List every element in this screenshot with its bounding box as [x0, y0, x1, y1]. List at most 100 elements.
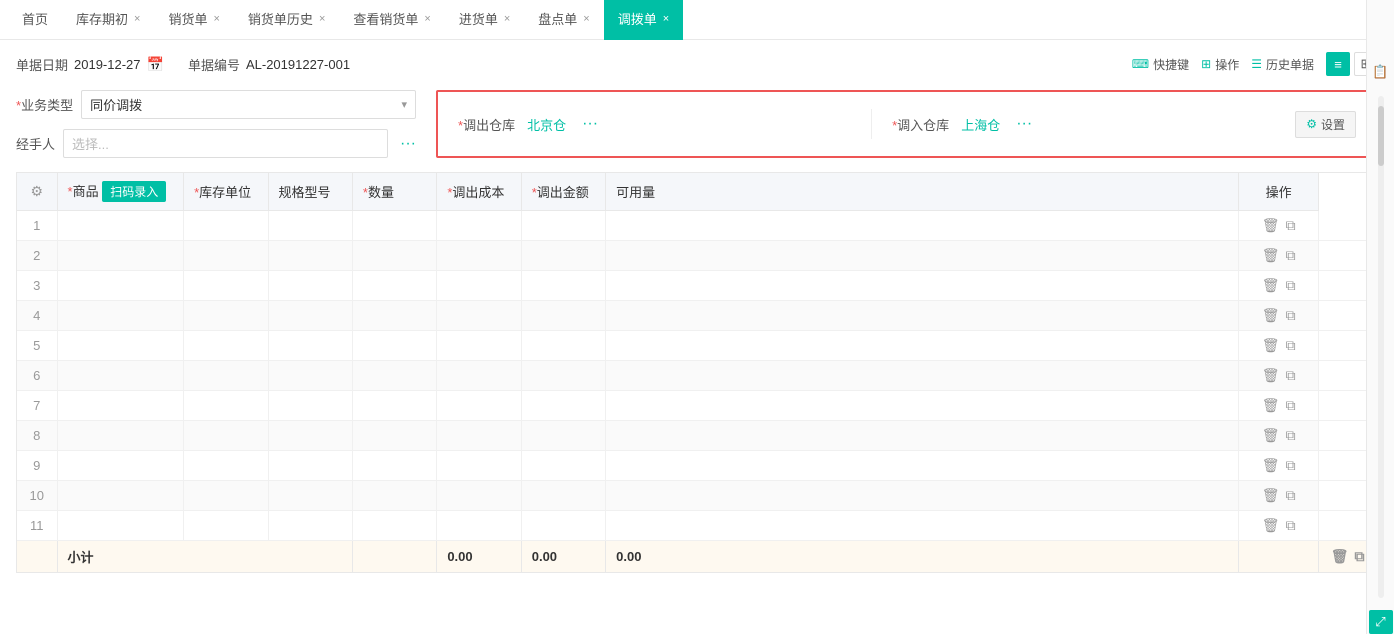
cell-unit[interactable] — [184, 271, 268, 301]
cell-spec[interactable] — [268, 331, 352, 361]
cell-spec[interactable] — [268, 301, 352, 331]
delete-icon[interactable]: 🗑 — [1262, 487, 1280, 504]
delete-icon[interactable]: 🗑 — [1262, 457, 1280, 474]
tab-close-view-sales[interactable]: × — [424, 13, 430, 25]
cell-cost[interactable] — [437, 241, 521, 271]
tab-purchase-order[interactable]: 进货单 × — [445, 0, 524, 40]
cell-cost[interactable] — [437, 481, 521, 511]
cell-unit[interactable] — [184, 301, 268, 331]
cell-product[interactable] — [57, 421, 184, 451]
tab-close-inventory-init[interactable]: × — [134, 13, 140, 25]
cell-product[interactable] — [57, 481, 184, 511]
cell-unit[interactable] — [184, 511, 268, 541]
tab-sales-history[interactable]: 销货单历史 × — [234, 0, 339, 40]
list-view-button[interactable]: ≡ — [1326, 52, 1350, 76]
note-panel-button[interactable]: 📋 — [1369, 60, 1393, 84]
cell-product[interactable] — [57, 301, 184, 331]
cell-spec[interactable] — [268, 361, 352, 391]
cell-amount[interactable] — [521, 301, 605, 331]
cell-product[interactable] — [57, 331, 184, 361]
tab-close-inventory-check[interactable]: × — [583, 13, 589, 25]
cell-cost[interactable] — [437, 271, 521, 301]
cell-qty[interactable] — [352, 241, 436, 271]
cell-qty[interactable] — [352, 481, 436, 511]
cell-unit[interactable] — [184, 331, 268, 361]
cell-qty[interactable] — [352, 301, 436, 331]
scan-button[interactable]: 扫码录入 — [102, 181, 166, 202]
tab-transfer-order[interactable]: 调拨单 × — [604, 0, 683, 40]
cell-product[interactable] — [57, 211, 184, 241]
cell-product[interactable] — [57, 391, 184, 421]
cell-amount[interactable] — [521, 391, 605, 421]
copy-icon[interactable]: ⧉ — [1286, 337, 1296, 354]
delete-icon[interactable]: 🗑 — [1262, 427, 1280, 444]
copy-icon[interactable]: ⧉ — [1286, 277, 1296, 294]
cell-amount[interactable] — [521, 451, 605, 481]
cell-product[interactable] — [57, 271, 184, 301]
footer-delete-icon[interactable]: 🗑 — [1331, 548, 1349, 565]
cell-amount[interactable] — [521, 511, 605, 541]
tab-close-sales-order[interactable]: × — [213, 13, 219, 25]
delete-icon[interactable]: 🗑 — [1262, 217, 1280, 234]
cell-unit[interactable] — [184, 391, 268, 421]
delete-icon[interactable]: 🗑 — [1262, 337, 1280, 354]
copy-icon[interactable]: ⧉ — [1286, 247, 1296, 264]
cell-unit[interactable] — [184, 211, 268, 241]
agent-select[interactable]: 选择... — [63, 129, 388, 158]
cell-unit[interactable] — [184, 361, 268, 391]
cell-qty[interactable] — [352, 421, 436, 451]
copy-icon[interactable]: ⧉ — [1286, 307, 1296, 324]
agent-more-button[interactable]: ··· — [400, 135, 416, 153]
out-warehouse-more-button[interactable]: ··· — [582, 115, 598, 133]
cell-qty[interactable] — [352, 331, 436, 361]
cell-amount[interactable] — [521, 271, 605, 301]
cell-qty[interactable] — [352, 271, 436, 301]
cell-product[interactable] — [57, 511, 184, 541]
cell-cost[interactable] — [437, 211, 521, 241]
cell-cost[interactable] — [437, 331, 521, 361]
cell-qty[interactable] — [352, 511, 436, 541]
copy-icon[interactable]: ⧉ — [1286, 367, 1296, 384]
tab-view-sales[interactable]: 查看销货单 × — [339, 0, 444, 40]
cell-unit[interactable] — [184, 451, 268, 481]
tab-close-transfer-order[interactable]: × — [663, 13, 669, 25]
footer-copy-icon[interactable]: ⧉ — [1354, 548, 1364, 565]
cell-amount[interactable] — [521, 481, 605, 511]
business-type-select[interactable]: 同价调拨 ▾ — [81, 90, 416, 119]
shortcut-button[interactable]: ⌨ 快捷键 — [1132, 56, 1189, 73]
operation-button[interactable]: ⊞ 操作 — [1201, 56, 1239, 73]
copy-icon[interactable]: ⧉ — [1286, 457, 1296, 474]
copy-icon[interactable]: ⧉ — [1286, 487, 1296, 504]
cell-cost[interactable] — [437, 301, 521, 331]
scrollbar-thumb[interactable] — [1378, 106, 1384, 166]
calendar-icon[interactable]: 📅 — [147, 56, 164, 73]
delete-icon[interactable]: 🗑 — [1262, 397, 1280, 414]
cell-amount[interactable] — [521, 241, 605, 271]
copy-icon[interactable]: ⧉ — [1286, 217, 1296, 234]
table-gear-icon[interactable]: ⚙ — [30, 183, 43, 199]
cell-spec[interactable] — [268, 391, 352, 421]
copy-icon[interactable]: ⧉ — [1286, 397, 1296, 414]
delete-icon[interactable]: 🗑 — [1262, 367, 1280, 384]
cell-spec[interactable] — [268, 211, 352, 241]
copy-icon[interactable]: ⧉ — [1286, 427, 1296, 444]
history-button[interactable]: ☰ 历史单据 — [1251, 56, 1314, 73]
cell-unit[interactable] — [184, 421, 268, 451]
cell-amount[interactable] — [521, 421, 605, 451]
cell-qty[interactable] — [352, 451, 436, 481]
delete-icon[interactable]: 🗑 — [1262, 517, 1280, 534]
cell-product[interactable] — [57, 241, 184, 271]
cell-spec[interactable] — [268, 241, 352, 271]
cell-qty[interactable] — [352, 361, 436, 391]
delete-icon[interactable]: 🗑 — [1262, 247, 1280, 264]
cell-cost[interactable] — [437, 361, 521, 391]
delete-icon[interactable]: 🗑 — [1262, 277, 1280, 294]
tab-inventory-check[interactable]: 盘点单 × — [524, 0, 603, 40]
cell-spec[interactable] — [268, 481, 352, 511]
expand-panel-button[interactable]: ⤢ — [1369, 610, 1393, 634]
cell-product[interactable] — [57, 361, 184, 391]
cell-amount[interactable] — [521, 331, 605, 361]
tab-inventory-init[interactable]: 库存期初 × — [62, 0, 154, 40]
tab-home[interactable]: 首页 — [8, 0, 62, 40]
tab-close-sales-history[interactable]: × — [319, 13, 325, 25]
